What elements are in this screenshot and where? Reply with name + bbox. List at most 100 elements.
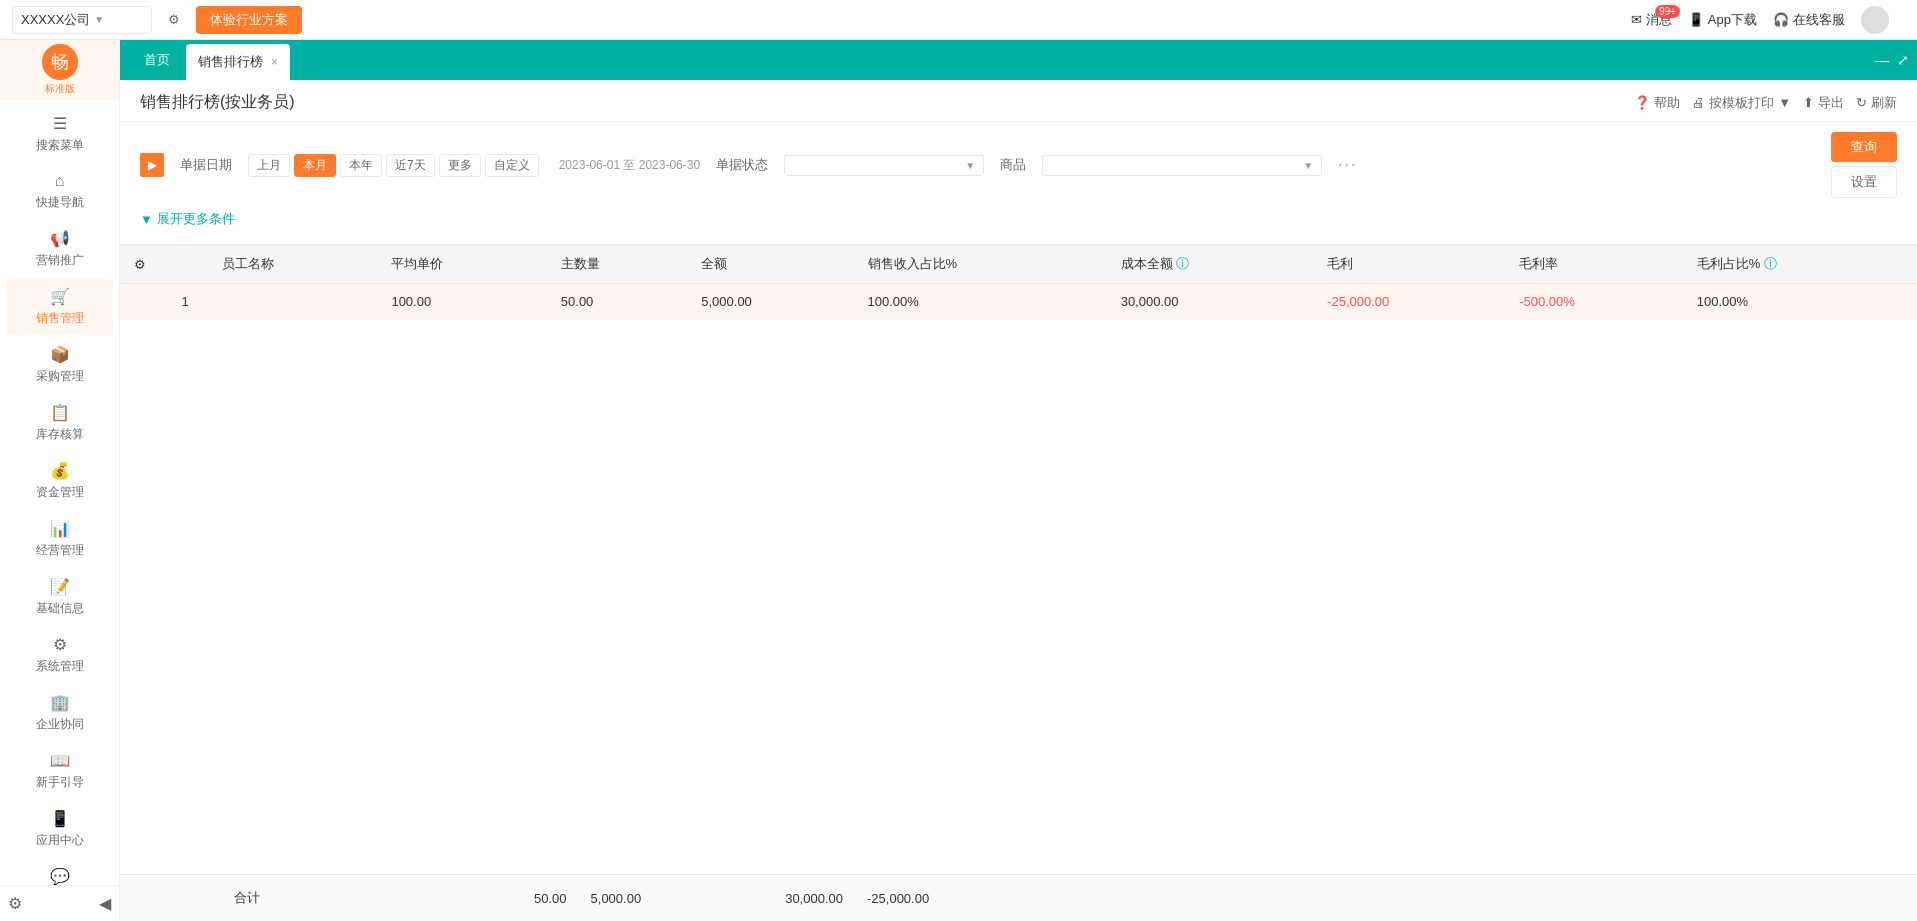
- date-btn-7days[interactable]: 近7天: [386, 154, 435, 177]
- tab-sales-rank-label: 销售排行榜: [198, 53, 263, 71]
- sidebar-item-finance[interactable]: 💰 资金管理: [6, 453, 113, 509]
- export-button[interactable]: ⬆ 导出: [1803, 94, 1844, 112]
- row-profit-rate: -500.00%: [1507, 284, 1685, 320]
- settings-icon[interactable]: ⚙: [160, 6, 188, 34]
- table-footer: 合计 50.00 5,000.00 30,000.00 -25,000.00: [120, 874, 1917, 921]
- logo-icon: 畅: [42, 44, 78, 80]
- enterprise-icon: 🏢: [50, 693, 70, 712]
- tab-maximize-btn[interactable]: ⤢: [1897, 52, 1909, 68]
- sidebar-item-basic-info[interactable]: 📝 基础信息: [6, 569, 113, 625]
- page-content: 销售排行榜(按业务员) ❓ 帮助 🖨 按模板打印 ▼ ⬆ 导出: [120, 80, 1917, 921]
- sidebar-item-enterprise[interactable]: 🏢 企业协同: [6, 685, 113, 741]
- top-right-area: ✉ 消息 99+ 📱 App下载 🎧 在线客服: [1631, 6, 1905, 34]
- row-settings: [120, 284, 160, 320]
- table-settings-button[interactable]: 设置: [1831, 166, 1897, 198]
- sidebar-item-system-label: 系统管理: [36, 658, 84, 675]
- status-select[interactable]: ▼: [784, 155, 984, 176]
- date-label: 单据日期: [180, 156, 232, 174]
- sidebar-item-marketing[interactable]: 📢 营销推广: [6, 221, 113, 277]
- main-layout: 畅 标准版 ☰ 搜索菜单 ⌂ 快捷导航 📢 营销推广 🛒 销售管理 📦 采购: [0, 40, 1917, 921]
- date-btn-prev-month[interactable]: 上月: [248, 154, 290, 177]
- tab-minimize-btn[interactable]: —: [1875, 52, 1889, 68]
- sidebar-item-inventory-label: 库存核算: [36, 426, 84, 443]
- table-container: ⚙ 员工名称 平均单价 主数量 全额 销售收入占比% 成本全额 ⓘ 毛利 毛利率: [120, 245, 1917, 874]
- user-avatar[interactable]: [1861, 6, 1889, 34]
- sidebar-collapse-btn[interactable]: ◀: [99, 894, 111, 913]
- tab-close-icon[interactable]: ×: [271, 55, 278, 69]
- sidebar-item-operations[interactable]: 📊 经营管理: [6, 511, 113, 567]
- row-amount: 5,000.00: [689, 284, 855, 320]
- system-icon: ⚙: [53, 635, 67, 654]
- profit-pct-info-icon[interactable]: ⓘ: [1764, 256, 1777, 271]
- goods-select-arrow: ▼: [1303, 160, 1313, 171]
- sidebar-item-search[interactable]: ☰ 搜索菜单: [6, 106, 113, 162]
- help-button[interactable]: ❓ 帮助: [1634, 94, 1680, 112]
- inventory-icon: 📋: [50, 403, 70, 422]
- footer-sales-pct: [653, 892, 773, 904]
- print-label: 按模板打印: [1709, 94, 1774, 112]
- sidebar-item-quick-nav[interactable]: ⌂ 快捷导航: [6, 164, 113, 219]
- sidebar-settings-btn[interactable]: ⚙: [8, 894, 22, 913]
- page-header: 销售排行榜(按业务员) ❓ 帮助 🖨 按模板打印 ▼ ⬆ 导出: [120, 80, 1917, 122]
- footer-amount: 5,000.00: [579, 885, 654, 912]
- export-label: 导出: [1818, 94, 1844, 112]
- filter-more-dots[interactable]: ···: [1338, 156, 1357, 174]
- table-area: ⚙ 员工名称 平均单价 主数量 全额 销售收入占比% 成本全额 ⓘ 毛利 毛利率: [120, 245, 1917, 921]
- refresh-label: 刷新: [1871, 94, 1897, 112]
- footer-rank-cell: [172, 892, 222, 904]
- col-header-settings[interactable]: ⚙: [120, 245, 160, 284]
- table-header-row: ⚙ 员工名称 平均单价 主数量 全额 销售收入占比% 成本全额 ⓘ 毛利 毛利率: [120, 245, 1917, 284]
- export-icon: ⬆: [1803, 95, 1814, 110]
- tab-sales-rank[interactable]: 销售排行榜 ×: [186, 44, 290, 80]
- date-btn-this-year[interactable]: 本年: [340, 154, 382, 177]
- sidebar-item-marketing-label: 营销推广: [36, 252, 84, 269]
- row-cost-amount: 30,000.00: [1109, 284, 1315, 320]
- trial-button[interactable]: 体验行业方案: [196, 6, 302, 34]
- sidebar-item-system[interactable]: ⚙ 系统管理: [6, 627, 113, 683]
- app-icon: 📱: [1688, 12, 1704, 27]
- search-menu-icon: ☰: [53, 114, 67, 133]
- wechat-icon: 💬: [50, 867, 70, 885]
- sidebar-item-wechat[interactable]: 💬 企业微信: [6, 859, 113, 885]
- cost-info-icon[interactable]: ⓘ: [1176, 256, 1189, 271]
- sidebar-item-app-center[interactable]: 📱 应用中心: [6, 801, 113, 857]
- message-button[interactable]: ✉ 消息 99+: [1631, 11, 1672, 29]
- toggle-arrow-icon: ▶: [148, 158, 157, 172]
- date-btn-this-month[interactable]: 本月: [294, 154, 336, 177]
- tab-home[interactable]: 首页: [128, 40, 186, 80]
- sidebar-item-purchase[interactable]: 📦 采购管理: [6, 337, 113, 393]
- goods-select[interactable]: ▼: [1042, 155, 1322, 176]
- sidebar-item-inventory[interactable]: 📋 库存核算: [6, 395, 113, 451]
- refresh-icon: ↻: [1856, 95, 1867, 110]
- sidebar-item-enterprise-label: 企业协同: [36, 716, 84, 733]
- date-btn-more[interactable]: 更多: [439, 154, 481, 177]
- sidebar-item-sales[interactable]: 🛒 销售管理: [6, 279, 113, 335]
- query-button[interactable]: 查询: [1831, 132, 1897, 162]
- basic-info-icon: 📝: [50, 577, 70, 596]
- print-dropdown-icon: ▼: [1778, 95, 1791, 110]
- sidebar-item-guide[interactable]: 📖 新手引导: [6, 743, 113, 799]
- company-selector[interactable]: XXXXX公司 ▼: [12, 6, 152, 34]
- content-area: 首页 销售排行榜 × — ⤢ 销售排行榜(按业务员) ❓ 帮助: [120, 40, 1917, 921]
- sidebar-item-purchase-label: 采购管理: [36, 368, 84, 385]
- date-btn-custom[interactable]: 自定义: [485, 154, 539, 177]
- filter-toggle[interactable]: ▶: [140, 153, 164, 177]
- app-download-button[interactable]: 📱 App下载: [1688, 11, 1757, 29]
- row-profit-pct: 100.00%: [1685, 284, 1917, 320]
- online-service-button[interactable]: 🎧 在线客服: [1773, 11, 1845, 29]
- guide-icon: 📖: [50, 751, 70, 770]
- refresh-button[interactable]: ↻ 刷新: [1856, 94, 1897, 112]
- tab-bar: 首页 销售排行榜 × — ⤢: [120, 40, 1917, 80]
- expand-more-btn[interactable]: ▼ 展开更多条件: [140, 210, 1897, 228]
- print-button[interactable]: 🖨 按模板打印 ▼: [1692, 94, 1791, 112]
- filter-row: ▶ 单据日期 上月 本月 本年 近7天 更多 自定义 2023-06-01 至 …: [140, 132, 1897, 198]
- app-label: App下载: [1708, 11, 1757, 29]
- sidebar-item-basic-info-label: 基础信息: [36, 600, 84, 617]
- query-settings-group: 查询 设置: [1831, 132, 1897, 198]
- table-row: 1 100.00 50.00 5,000.00 100.00% 30,000.0…: [120, 284, 1917, 320]
- page-title: 销售排行榜(按业务员): [140, 92, 295, 113]
- sidebar-item-guide-label: 新手引导: [36, 774, 84, 791]
- online-label: 在线客服: [1793, 11, 1845, 29]
- home-icon: ⌂: [55, 172, 65, 190]
- print-icon: 🖨: [1692, 95, 1705, 110]
